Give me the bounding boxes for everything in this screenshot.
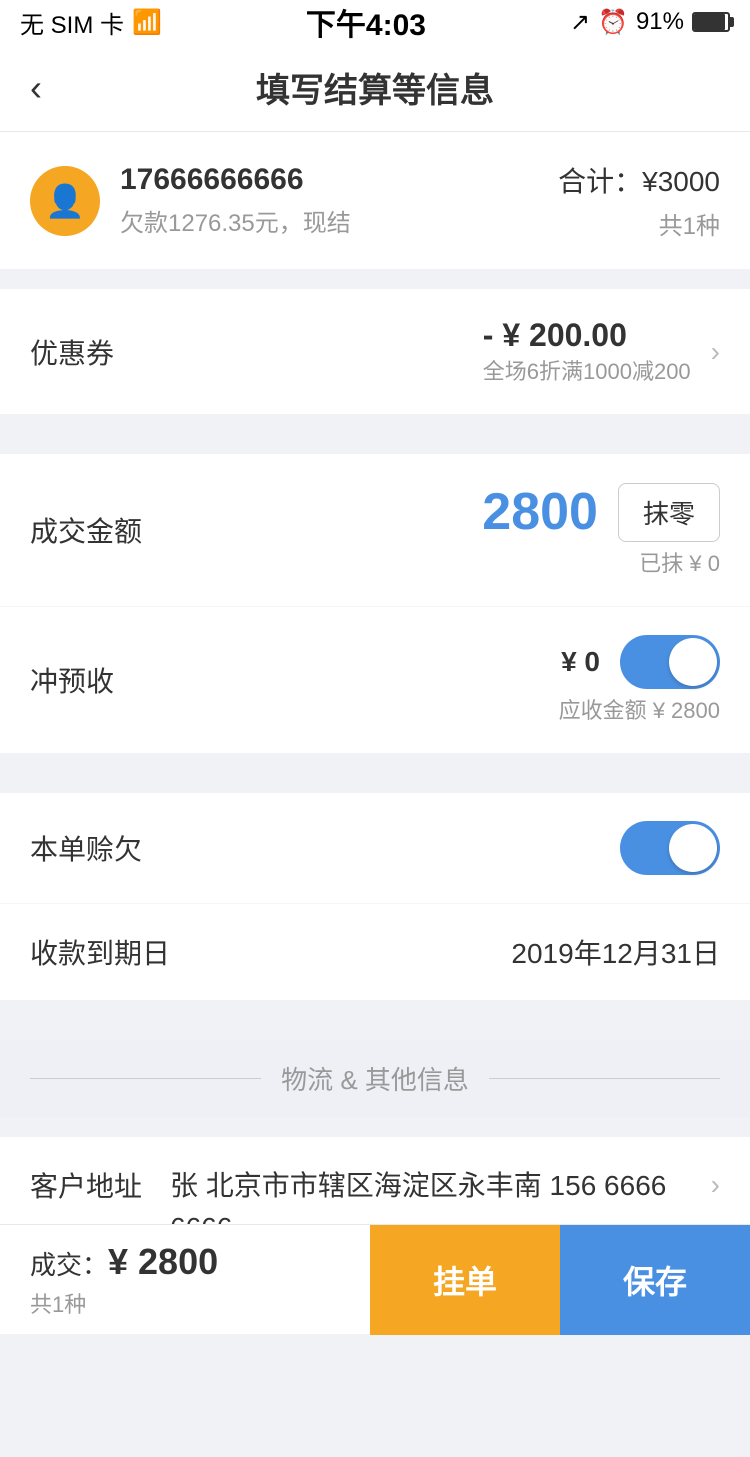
customer-total: 合计：¥3000	[558, 160, 720, 200]
customer-sub: 欠款1276.35元，现结	[120, 203, 351, 238]
section-divider-1	[0, 434, 750, 454]
status-right: ↗ ⏰ 91%	[570, 8, 730, 37]
benshanqiaoqun-row: 本单赊欠	[0, 793, 750, 904]
customer-count: 共1种	[558, 206, 720, 241]
due-date-value: 2019年12月31日	[511, 932, 720, 972]
alarm-icon: ⏰	[598, 8, 628, 37]
bottom-count: 共1种	[30, 1287, 340, 1319]
due-date-label: 收款到期日	[30, 932, 170, 972]
deal-amount-sub: 已抹 ¥ 0	[639, 546, 720, 578]
title-line-right	[489, 1078, 720, 1079]
deal-amount-label: 成交金额	[30, 510, 142, 550]
customer-info: 17666666666 欠款1276.35元，现结	[120, 163, 351, 238]
chong-yushou-row: 冲预收 ¥ 0 应收金额 ¥ 2800	[0, 607, 750, 753]
bottom-deal-amount: ¥ 2800	[108, 1241, 218, 1282]
sim-text: 无 SIM 卡	[20, 5, 124, 40]
coupon-label: 优惠券	[30, 332, 114, 372]
battery-icon	[692, 12, 730, 32]
deal-amount-row: 成交金额 2800 抹零 已抹 ¥ 0	[0, 454, 750, 607]
benshanqiaoqun-section: 本单赊欠 收款到期日 2019年12月31日	[0, 793, 750, 1000]
status-left: 无 SIM 卡 📶	[20, 5, 162, 40]
chong-yushou-toggle[interactable]	[620, 635, 720, 689]
battery-text: 91%	[636, 8, 684, 36]
due-date-row: 收款到期日 2019年12月31日	[0, 904, 750, 1000]
status-time: 下午4:03	[306, 0, 426, 44]
customer-total-block: 合计：¥3000 共1种	[558, 160, 720, 241]
pending-button[interactable]: 挂单	[370, 1225, 560, 1335]
avatar: 👤	[30, 166, 100, 236]
back-button[interactable]: ‹	[30, 67, 90, 109]
deal-amount-section: 成交金额 2800 抹零 已抹 ¥ 0 冲预收 ¥ 0 应收金额 ¥ 2800	[0, 454, 750, 753]
nav-title: 填写结算等信息	[256, 63, 494, 112]
logistics-title-row: 物流 & 其他信息	[0, 1040, 750, 1117]
nav-bar: ‹ 填写结算等信息	[0, 44, 750, 132]
address-label: 客户地址	[30, 1165, 150, 1205]
logistics-title: 物流 & 其他信息	[281, 1060, 469, 1097]
status-bar: 无 SIM 卡 📶 下午4:03 ↗ ⏰ 91%	[0, 0, 750, 44]
avatar-icon: 👤	[45, 182, 85, 220]
section-divider-2	[0, 773, 750, 793]
benshanqiaoqun-toggle[interactable]	[620, 821, 720, 875]
location-icon: ↗	[570, 8, 590, 37]
title-line-left	[30, 1078, 261, 1079]
coupon-desc: 全场6折满1000减200	[483, 354, 691, 386]
customer-row: 👤 17666666666 欠款1276.35元，现结 合计：¥3000 共1种	[0, 132, 750, 269]
benshanqiaoqun-label: 本单赊欠	[30, 828, 142, 868]
bottom-deal-text: 成交：¥ 2800	[30, 1241, 340, 1283]
coupon-arrow-icon: ›	[711, 336, 720, 368]
chong-yushou-sub: 应收金额 ¥ 2800	[559, 693, 720, 725]
chong-amount-value: ¥ 0	[561, 646, 600, 678]
section-divider-3	[0, 1020, 750, 1040]
chong-yushou-label: 冲预收	[30, 660, 114, 700]
save-button[interactable]: 保存	[560, 1225, 750, 1335]
coupon-right: - ¥ 200.00 全场6折满1000减200 ›	[483, 317, 720, 386]
round-zero-button[interactable]: 抹零	[618, 483, 720, 542]
deal-amount-value: 2800	[482, 482, 598, 542]
wifi-icon: 📶	[132, 8, 162, 37]
bottom-summary: 成交：¥ 2800 共1种	[0, 1241, 370, 1319]
bottom-bar: 成交：¥ 2800 共1种 挂单 保存	[0, 1224, 750, 1334]
address-arrow-icon: ›	[711, 1169, 720, 1201]
coupon-row[interactable]: 优惠券 - ¥ 200.00 全场6折满1000减200 ›	[0, 289, 750, 414]
customer-phone: 17666666666	[120, 163, 351, 197]
coupon-amount: - ¥ 200.00	[483, 317, 691, 354]
